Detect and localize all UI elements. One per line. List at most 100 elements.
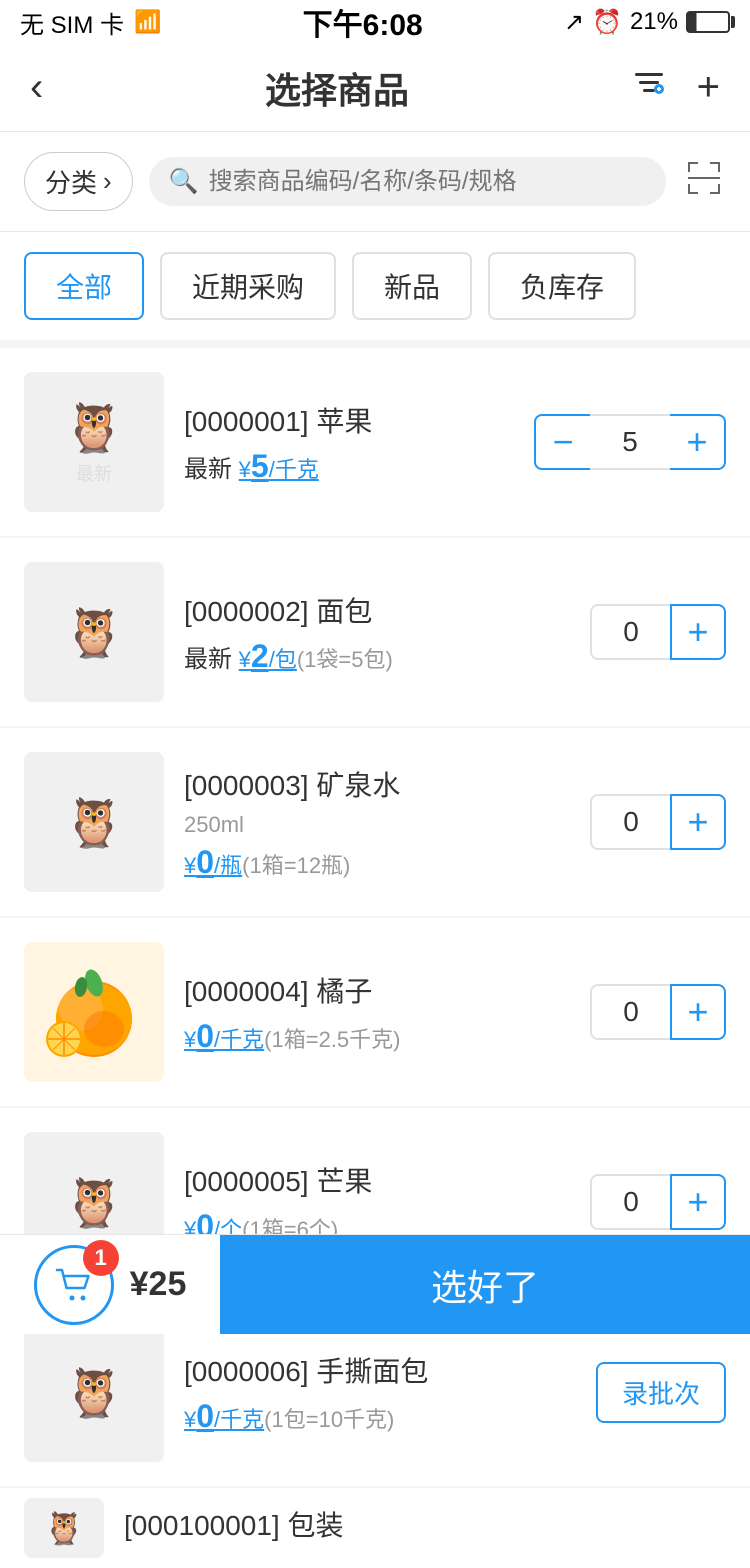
quantity-input-3[interactable] bbox=[590, 794, 670, 850]
product-price-2: 最新 ¥2/包(1袋=5包) bbox=[184, 638, 570, 675]
product-name-5: [0000005] 芒果 bbox=[184, 1160, 570, 1200]
cart-total: ¥25 bbox=[130, 1265, 187, 1304]
nav-bar: ‹ 选择商品 + bbox=[0, 44, 750, 132]
quantity-control-3: + bbox=[590, 794, 726, 850]
price-label-1: 最新 bbox=[184, 456, 232, 483]
price-currency-4: ¥ bbox=[184, 1027, 196, 1052]
quantity-control-2: + bbox=[590, 604, 726, 660]
product-list: 🦉 最新 [0000001] 苹果 最新 ¥5/千克 − + 🦉 [000000… bbox=[0, 348, 750, 1568]
confirm-button[interactable]: 选好了 bbox=[220, 1235, 750, 1334]
product-price-4: ¥0/千克(1箱=2.5千克) bbox=[184, 1018, 570, 1055]
product-name-6: [0000006] 手撕面包 bbox=[184, 1350, 576, 1390]
quantity-control-5: + bbox=[590, 1174, 726, 1230]
price-unit-2: /包 bbox=[269, 647, 297, 672]
product-info-7: [000100001] 包装 bbox=[104, 1504, 726, 1552]
price-label-2: 最新 bbox=[184, 646, 232, 673]
category-chevron: › bbox=[103, 166, 112, 197]
placeholder-text: 最新 bbox=[76, 460, 112, 486]
quantity-plus-5[interactable]: + bbox=[670, 1174, 726, 1230]
price-unit-1: /千克 bbox=[269, 457, 319, 482]
quantity-minus-1[interactable]: − bbox=[534, 414, 590, 470]
price-value-4: 0 bbox=[196, 1018, 214, 1054]
batch-button-6[interactable]: 录批次 bbox=[596, 1362, 726, 1423]
placeholder-owl-icon: 🦉 bbox=[64, 604, 124, 661]
quantity-plus-2[interactable]: + bbox=[670, 604, 726, 660]
quantity-plus-4[interactable]: + bbox=[670, 984, 726, 1040]
status-right: ↗ ⏰ 21% bbox=[564, 8, 730, 37]
product-info-4: [0000004] 橘子 ¥0/千克(1箱=2.5千克) bbox=[164, 970, 590, 1055]
quantity-plus-3[interactable]: + bbox=[670, 794, 726, 850]
list-item: [0000004] 橘子 ¥0/千克(1箱=2.5千克) + bbox=[0, 918, 750, 1106]
tab-negative[interactable]: 负库存 bbox=[488, 252, 636, 320]
list-item: 🦉 [0000003] 矿泉水 250ml ¥0/瓶(1箱=12瓶) + bbox=[0, 728, 750, 916]
quantity-plus-1[interactable]: + bbox=[670, 414, 726, 470]
search-input[interactable] bbox=[209, 168, 646, 196]
product-spec-3: 250ml bbox=[184, 812, 570, 838]
search-icon: 🔍 bbox=[169, 167, 199, 196]
product-image-7: 🦉 bbox=[24, 1498, 104, 1558]
page-title: 选择商品 bbox=[265, 62, 409, 114]
product-name-2: [0000002] 面包 bbox=[184, 590, 570, 630]
product-info-1: [0000001] 苹果 最新 ¥5/千克 bbox=[164, 400, 534, 485]
placeholder-owl-icon: 🦉 bbox=[44, 1509, 84, 1547]
scan-icon[interactable] bbox=[682, 156, 726, 208]
list-item: 🦉 [000100001] 包装 bbox=[0, 1488, 750, 1568]
product-price-6: ¥0/千克(1包=10千克) bbox=[184, 1398, 576, 1435]
status-bar: 无 SIM 卡 📶 下午6:08 ↗ ⏰ 21% bbox=[0, 0, 750, 44]
product-info-6: [0000006] 手撕面包 ¥0/千克(1包=10千克) bbox=[164, 1350, 596, 1435]
category-label: 分类 bbox=[45, 163, 97, 200]
product-name-1: [0000001] 苹果 bbox=[184, 400, 514, 440]
price-pack-6: (1包=10千克) bbox=[264, 1407, 394, 1432]
cart-icon[interactable]: 1 bbox=[34, 1245, 114, 1325]
quantity-input-1[interactable] bbox=[590, 414, 670, 470]
product-name-3: [0000003] 矿泉水 bbox=[184, 764, 570, 804]
nav-actions: + bbox=[631, 65, 720, 110]
product-name-7: [000100001] 包装 bbox=[124, 1504, 706, 1544]
filter-icon[interactable] bbox=[631, 65, 667, 110]
list-item: 🦉 [0000002] 面包 最新 ¥2/包(1袋=5包) + bbox=[0, 538, 750, 726]
product-name-4: [0000004] 橘子 bbox=[184, 970, 570, 1010]
tab-new[interactable]: 新品 bbox=[352, 252, 472, 320]
status-left: 无 SIM 卡 📶 bbox=[20, 5, 161, 40]
quantity-input-5[interactable] bbox=[590, 1174, 670, 1230]
quantity-input-2[interactable] bbox=[590, 604, 670, 660]
price-value-3: 0 bbox=[196, 844, 214, 880]
back-button[interactable]: ‹ bbox=[30, 65, 43, 110]
status-time: 下午6:08 bbox=[303, 0, 423, 44]
battery-text: 21% bbox=[630, 8, 678, 36]
add-icon[interactable]: + bbox=[697, 65, 720, 110]
price-pack-3: (1箱=12瓶) bbox=[242, 853, 350, 878]
category-button[interactable]: 分类 › bbox=[24, 152, 133, 211]
battery-icon bbox=[686, 11, 730, 33]
list-item: 🦉 最新 [0000001] 苹果 最新 ¥5/千克 − + bbox=[0, 348, 750, 536]
price-value-2: 2 bbox=[251, 638, 269, 674]
price-unit-4: /千克 bbox=[214, 1027, 264, 1052]
product-image-6: 🦉 bbox=[24, 1322, 164, 1462]
search-box[interactable]: 🔍 bbox=[149, 157, 666, 206]
price-pack-4: (1箱=2.5千克) bbox=[264, 1027, 400, 1052]
tab-all[interactable]: 全部 bbox=[24, 252, 144, 320]
location-icon: ↗ bbox=[564, 8, 584, 37]
tab-recent[interactable]: 近期采购 bbox=[160, 252, 336, 320]
price-currency-3: ¥ bbox=[184, 853, 196, 878]
placeholder-owl-icon: 🦉 bbox=[64, 1364, 124, 1421]
product-info-3: [0000003] 矿泉水 250ml ¥0/瓶(1箱=12瓶) bbox=[164, 764, 590, 881]
bottom-bar: 1 ¥25 选好了 bbox=[0, 1234, 750, 1334]
price-currency-1: ¥ bbox=[239, 457, 251, 482]
price-unit-3: /瓶 bbox=[214, 853, 242, 878]
placeholder-owl-icon: 🦉 bbox=[64, 399, 124, 456]
product-info-5: [0000005] 芒果 ¥0/个(1箱=6个) bbox=[164, 1160, 590, 1245]
filter-bar: 分类 › 🔍 bbox=[0, 132, 750, 232]
price-pack-2: (1袋=5包) bbox=[297, 647, 393, 672]
price-value-6: 0 bbox=[196, 1398, 214, 1434]
product-price-3: ¥0/瓶(1箱=12瓶) bbox=[184, 844, 570, 881]
quantity-control-1: − + bbox=[534, 414, 726, 470]
quantity-input-4[interactable] bbox=[590, 984, 670, 1040]
tab-bar: 全部 近期采购 新品 负库存 bbox=[0, 232, 750, 348]
product-image-1: 🦉 最新 bbox=[24, 372, 164, 512]
placeholder-owl-icon: 🦉 bbox=[64, 1174, 124, 1231]
price-currency-2: ¥ bbox=[239, 647, 251, 672]
product-image-4 bbox=[24, 942, 164, 1082]
product-info-2: [0000002] 面包 最新 ¥2/包(1袋=5包) bbox=[164, 590, 590, 675]
product-image-2: 🦉 bbox=[24, 562, 164, 702]
